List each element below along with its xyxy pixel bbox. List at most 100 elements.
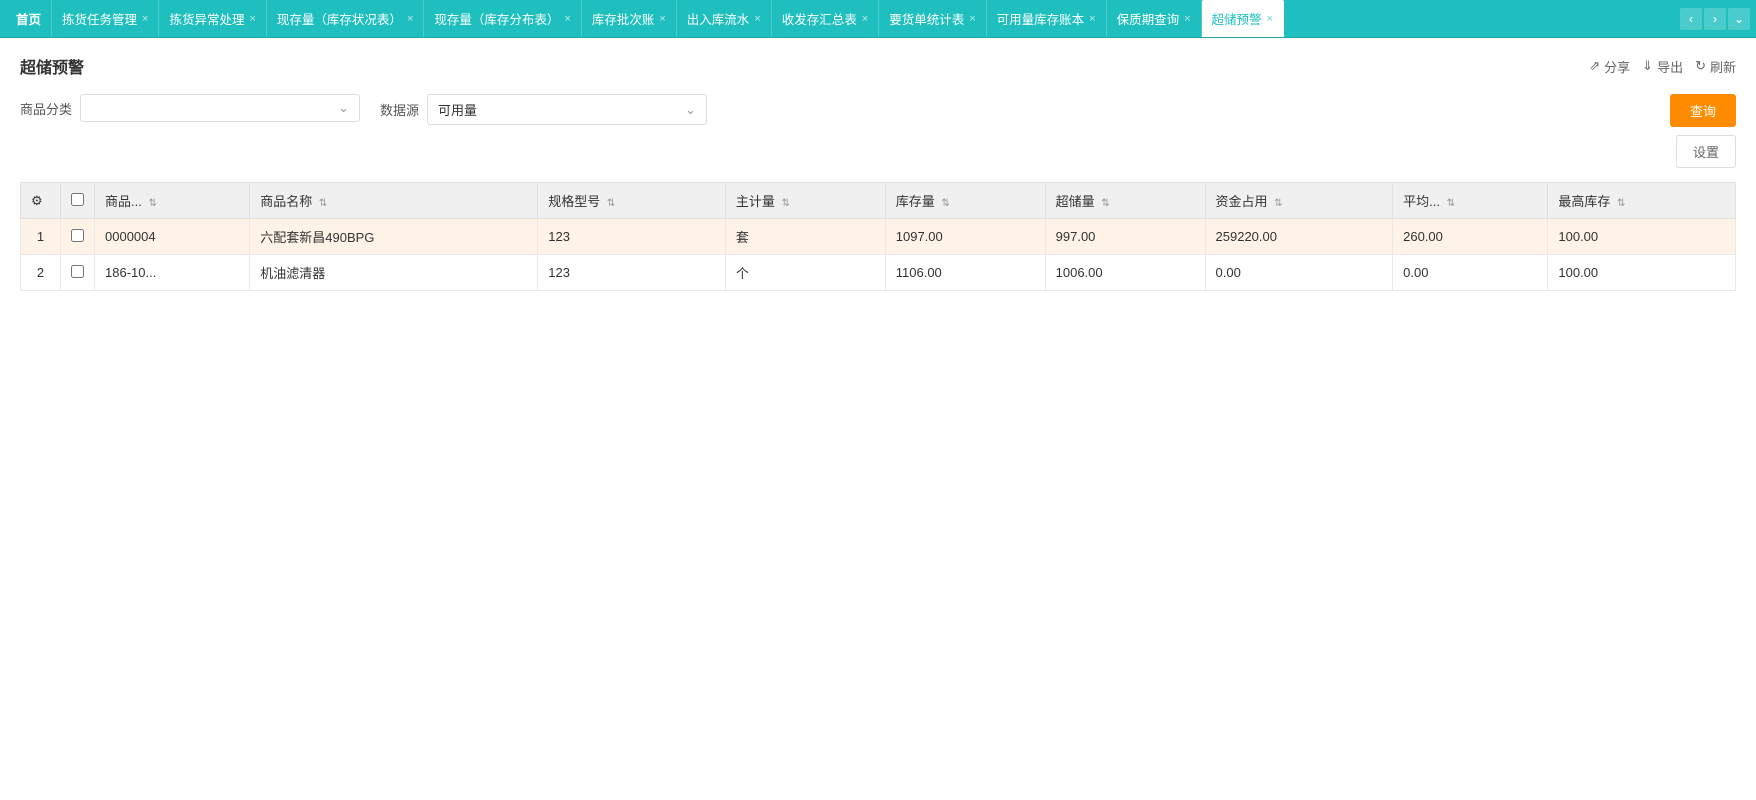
query-button[interactable]: 查询 [1670,94,1736,127]
data-table: ⚙ 商品... ⇅ 商品名称 ⇅ 规格型号 ⇅ 主计量 [20,182,1736,291]
nav-arrows: ‹ › ⌄ [1680,8,1750,30]
sort-product-code-icon: ⇅ [148,198,156,209]
nav-pjyc[interactable]: 拣货异常处理 × [159,0,266,37]
nav-prev-btn[interactable]: ‹ [1680,8,1702,30]
topbar: 首页 拣货任务管理 × 拣货异常处理 × 现存量（库存状况表） × 现存量（库存… [0,0,1756,38]
close-nav-crls[interactable]: × [754,13,760,25]
nav-menu-btn[interactable]: ⌄ [1728,8,1750,30]
cell-avg-1: 260.00 [1393,219,1548,255]
col-spec[interactable]: 规格型号 ⇅ [538,183,726,219]
close-nav-bzqcx[interactable]: × [1184,13,1190,25]
nav-xclkzk[interactable]: 现存量（库存状况表） × [267,0,424,37]
cell-capital-2: 0.00 [1205,255,1393,291]
row-num-2: 2 [21,255,61,291]
cell-unit-1: 套 [725,219,885,255]
datasource-value: 可用量 [438,100,477,119]
col-settings[interactable]: ⚙ [21,183,61,219]
cell-product-code-2: 186-10... [95,255,250,291]
col-checkbox-header[interactable] [61,183,95,219]
cell-product-name-1: 六配套新昌490BPG [250,219,538,255]
close-nav-kccz[interactable]: × [659,13,665,25]
sort-unit-icon: ⇅ [782,198,790,209]
row-num-1: 1 [21,219,61,255]
nav-crls[interactable]: 出入库流水 × [677,0,772,37]
cell-spec-1: 123 [538,219,726,255]
share-icon: ⇗ [1589,58,1600,74]
table-row: 2 186-10... 机油滤清器 123 个 1106.00 1006.00 … [21,255,1736,291]
table-row: 1 0000004 六配套新昌490BPG 123 套 1097.00 997.… [21,219,1736,255]
cell-spec-2: 123 [538,255,726,291]
close-nav-sfhz[interactable]: × [862,13,868,25]
nav-kylkzb[interactable]: 可用量库存账本 × [987,0,1107,37]
sort-capital-icon: ⇅ [1274,198,1282,209]
cell-capital-1: 259220.00 [1205,219,1393,255]
datasource-chevron-icon: ⌄ [685,102,696,118]
nav-kccz[interactable]: 库存批次账 × [582,0,677,37]
col-product-code[interactable]: 商品... ⇅ [95,183,250,219]
nav-home[interactable]: 首页 [6,0,52,37]
close-nav-ccyj[interactable]: × [1267,13,1273,25]
filter-category-group: 商品分类 ⌄ [20,94,360,122]
cell-max-stock-2: 100.00 [1548,255,1736,291]
nav-xclfb[interactable]: 现存量（库存分布表） × [424,0,581,37]
sort-stock-icon: ⇅ [941,198,949,209]
main-content: 超储预警 ⇗ 分享 ⇓ 导出 ↻ 刷新 商品分类 ⌄ 数据源 [0,38,1756,800]
close-nav-pjyc[interactable]: × [249,13,255,25]
page-title: 超储预警 [20,54,84,78]
cell-product-name-2: 机油滤清器 [250,255,538,291]
cell-stock-1: 1097.00 [885,219,1045,255]
col-overstock[interactable]: 超储量 ⇅ [1045,183,1205,219]
cell-avg-2: 0.00 [1393,255,1548,291]
share-button[interactable]: ⇗ 分享 [1589,57,1630,76]
category-chevron-icon: ⌄ [338,100,349,116]
sort-product-name-icon: ⇅ [319,198,327,209]
header-actions: ⇗ 分享 ⇓ 导出 ↻ 刷新 [1589,57,1736,76]
nav-yhdtj[interactable]: 要货单统计表 × [879,0,986,37]
page-header: 超储预警 ⇗ 分享 ⇓ 导出 ↻ 刷新 [20,54,1736,78]
sort-max-stock-icon: ⇅ [1617,198,1625,209]
export-button[interactable]: ⇓ 导出 [1642,57,1683,76]
settings-gear-icon: ⚙ [31,193,43,208]
nav-next-btn[interactable]: › [1704,8,1726,30]
row-select-2[interactable] [71,265,84,278]
nav-bzqcx[interactable]: 保质期查询 × [1107,0,1202,37]
row-checkbox-2[interactable] [61,255,95,291]
sort-avg-icon: ⇅ [1447,198,1455,209]
cell-unit-2: 个 [725,255,885,291]
filter-action-buttons: 查询 设置 [1670,94,1736,168]
close-nav-kylkzb[interactable]: × [1089,13,1095,25]
col-avg[interactable]: 平均... ⇅ [1393,183,1548,219]
row-checkbox-1[interactable] [61,219,95,255]
table-header-row: ⚙ 商品... ⇅ 商品名称 ⇅ 规格型号 ⇅ 主计量 [21,183,1736,219]
filter-datasource-group: 数据源 可用量 ⌄ [380,94,707,125]
refresh-icon: ↻ [1695,58,1706,74]
col-max-stock[interactable]: 最高库存 ⇅ [1548,183,1736,219]
settings-button[interactable]: 设置 [1676,135,1736,168]
sort-overstock-icon: ⇅ [1101,198,1109,209]
col-product-name[interactable]: 商品名称 ⇅ [250,183,538,219]
cell-max-stock-1: 100.00 [1548,219,1736,255]
nav-pjrw[interactable]: 拣货任务管理 × [52,0,159,37]
sort-spec-icon: ⇅ [607,198,615,209]
category-select[interactable]: ⌄ [80,94,360,122]
datasource-label: 数据源 [380,100,419,119]
close-nav-xclfb[interactable]: × [564,13,570,25]
export-icon: ⇓ [1642,58,1653,74]
category-label: 商品分类 [20,99,72,118]
close-nav-xclkzk[interactable]: × [407,13,413,25]
cell-overstock-1: 997.00 [1045,219,1205,255]
nav-ccyj[interactable]: 超储预警 × [1202,0,1284,37]
cell-overstock-2: 1006.00 [1045,255,1205,291]
select-all-checkbox[interactable] [71,193,84,206]
cell-stock-2: 1106.00 [885,255,1045,291]
row-select-1[interactable] [71,229,84,242]
nav-sfhz[interactable]: 收发存汇总表 × [772,0,879,37]
col-capital[interactable]: 资金占用 ⇅ [1205,183,1393,219]
close-nav-yhdtj[interactable]: × [969,13,975,25]
refresh-button[interactable]: ↻ 刷新 [1695,57,1736,76]
cell-product-code-1: 0000004 [95,219,250,255]
datasource-select[interactable]: 可用量 ⌄ [427,94,707,125]
close-nav-pjrw[interactable]: × [142,13,148,25]
col-unit[interactable]: 主计量 ⇅ [725,183,885,219]
col-stock[interactable]: 库存量 ⇅ [885,183,1045,219]
